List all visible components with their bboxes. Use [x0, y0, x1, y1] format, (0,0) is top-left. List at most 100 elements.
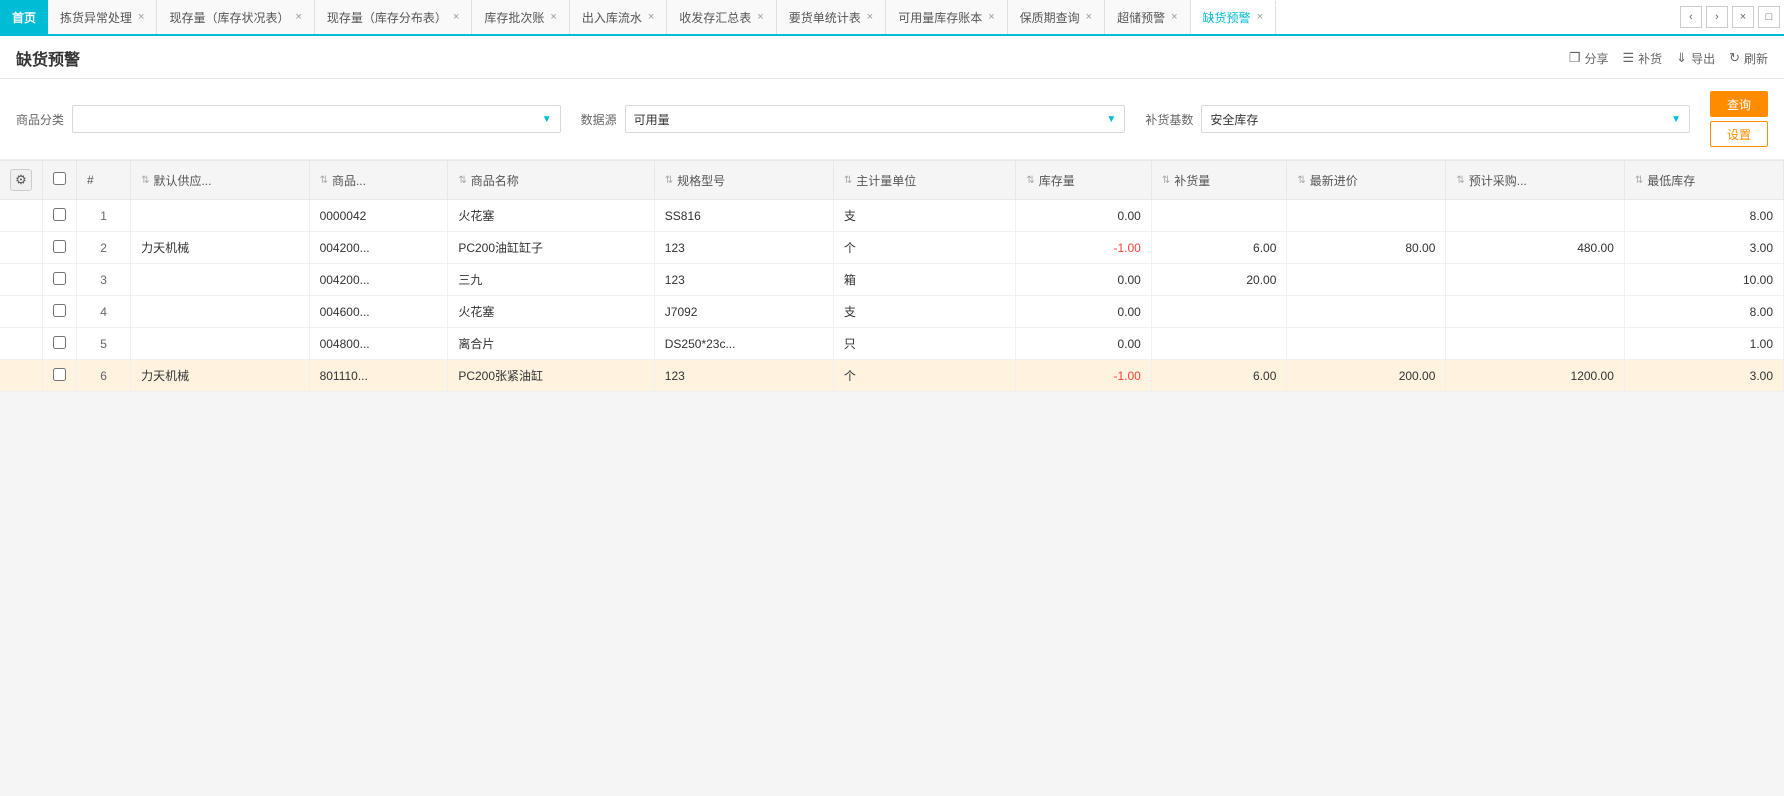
th-latest-price[interactable]: ⇅ 最新进价: [1287, 161, 1446, 200]
td-latest-price-0: [1287, 200, 1446, 232]
tab-scroll-right[interactable]: ›: [1706, 6, 1728, 28]
th-supplier[interactable]: ⇅ 默认供应...: [131, 161, 310, 200]
row-checkbox-1[interactable]: [53, 240, 66, 253]
td-latest-price-3: [1287, 296, 1446, 328]
export-label: 导出: [1691, 50, 1715, 67]
th-est-purchase[interactable]: ⇅ 预计采购...: [1446, 161, 1625, 200]
td-min-stock-2: 10.00: [1624, 264, 1783, 296]
td-name-0: 火花塞: [448, 200, 654, 232]
table-row: 2 力天机械 004200... PC200油缸缸子 123 个 -1.00 6…: [0, 232, 1784, 264]
tab-shortage-close[interactable]: ×: [1257, 11, 1263, 23]
base-label: 补货基数: [1145, 111, 1193, 128]
tab-maximize[interactable]: □: [1758, 6, 1780, 28]
query-button[interactable]: 查询: [1710, 91, 1768, 117]
base-select[interactable]: 安全库存 ▼: [1201, 105, 1690, 133]
tab-batch-account[interactable]: 库存批次账 ×: [472, 0, 569, 34]
export-button[interactable]: ⇓ 导出: [1676, 50, 1715, 67]
column-settings-gear[interactable]: ⚙: [10, 169, 32, 191]
tab-order-stats[interactable]: 要货单统计表 ×: [777, 0, 886, 34]
settings-button[interactable]: 设置: [1710, 121, 1768, 147]
td-unit-4: 只: [833, 328, 1015, 360]
unit-sort-icon: ⇅: [844, 175, 852, 186]
th-replenish[interactable]: ⇅ 补货量: [1151, 161, 1287, 200]
tab-batch-account-close[interactable]: ×: [550, 11, 556, 23]
tab-inventory-status-close[interactable]: ×: [295, 11, 301, 23]
td-checkbox-4: [43, 328, 77, 360]
tab-home[interactable]: 首页: [0, 0, 48, 34]
tab-scroll-left[interactable]: ‹: [1680, 6, 1702, 28]
td-gear-0: [0, 200, 43, 232]
td-latest-price-1: 80.00: [1287, 232, 1446, 264]
tab-home-label: 首页: [12, 9, 36, 26]
base-dropdown-icon: ▼: [1671, 114, 1681, 125]
th-stock[interactable]: ⇅ 库存量: [1016, 161, 1152, 200]
tab-defect-handling-close[interactable]: ×: [138, 11, 144, 23]
th-code[interactable]: ⇅ 商品...: [309, 161, 448, 200]
td-code-1: 004200...: [309, 232, 448, 264]
tab-available-ledger-close[interactable]: ×: [988, 11, 994, 23]
tab-overstock-close[interactable]: ×: [1171, 11, 1177, 23]
th-min-stock-label: 最低库存: [1647, 172, 1695, 189]
refresh-icon: ↻: [1729, 50, 1740, 66]
td-spec-2: 123: [654, 264, 833, 296]
th-min-stock[interactable]: ⇅ 最低库存: [1624, 161, 1783, 200]
td-code-2: 004200...: [309, 264, 448, 296]
tab-shortage[interactable]: 缺货预警 ×: [1191, 1, 1276, 35]
category-select[interactable]: ▼: [72, 105, 561, 133]
table-row: 4 004600... 火花塞 J7092 支 0.00 8.00: [0, 296, 1784, 328]
th-unit[interactable]: ⇅ 主计量单位: [833, 161, 1015, 200]
tab-collect-summary-close[interactable]: ×: [757, 11, 763, 23]
tab-defect-handling[interactable]: 拣货异常处理 ×: [48, 0, 157, 34]
tab-close-all[interactable]: ×: [1732, 6, 1754, 28]
td-gear-4: [0, 328, 43, 360]
filter-row: 商品分类 ▼ 数据源 可用量 ▼ 补货基数 安全库存 ▼ 查询 设置: [0, 79, 1784, 160]
td-min-stock-0: 8.00: [1624, 200, 1783, 232]
filter-category: 商品分类 ▼: [16, 105, 561, 133]
td-supplier-5: 力天机械: [131, 360, 310, 392]
td-checkbox-1: [43, 232, 77, 264]
tab-inventory-status[interactable]: 现存量（库存状况表） ×: [157, 0, 314, 34]
datasource-dropdown-icon: ▼: [1106, 114, 1116, 125]
td-unit-5: 个: [833, 360, 1015, 392]
stock-sort-icon: ⇅: [1026, 175, 1034, 186]
row-checkbox-4[interactable]: [53, 336, 66, 349]
select-all-checkbox[interactable]: [53, 172, 66, 185]
share-label: 分享: [1584, 50, 1608, 67]
tab-expiry-query-close[interactable]: ×: [1086, 11, 1092, 23]
th-spec[interactable]: ⇅ 规格型号: [654, 161, 833, 200]
tab-in-out-flow-close[interactable]: ×: [648, 11, 654, 23]
td-checkbox-2: [43, 264, 77, 296]
th-name[interactable]: ⇅ 商品名称: [448, 161, 654, 200]
replenish-button[interactable]: ☰ 补货: [1622, 50, 1662, 67]
td-supplier-2: [131, 264, 310, 296]
tab-overstock[interactable]: 超储预警 ×: [1105, 0, 1190, 34]
tab-expiry-query[interactable]: 保质期查询 ×: [1008, 0, 1105, 34]
tab-in-out-flow-label: 出入库流水: [582, 9, 642, 26]
datasource-label: 数据源: [581, 111, 617, 128]
row-checkbox-3[interactable]: [53, 304, 66, 317]
share-icon: ❐: [1569, 50, 1581, 66]
tab-order-stats-close[interactable]: ×: [867, 11, 873, 23]
td-checkbox-0: [43, 200, 77, 232]
td-replenish-0: [1151, 200, 1287, 232]
table-row: 5 004800... 离合片 DS250*23c... 只 0.00 1.00: [0, 328, 1784, 360]
datasource-select[interactable]: 可用量 ▼: [625, 105, 1126, 133]
name-sort-icon: ⇅: [458, 175, 466, 186]
row-checkbox-2[interactable]: [53, 272, 66, 285]
th-num: #: [77, 161, 131, 200]
td-unit-1: 个: [833, 232, 1015, 264]
th-stock-label: 库存量: [1039, 172, 1075, 189]
td-replenish-4: [1151, 328, 1287, 360]
share-button[interactable]: ❐ 分享: [1569, 50, 1609, 67]
td-stock-3: 0.00: [1016, 296, 1152, 328]
row-checkbox-0[interactable]: [53, 208, 66, 221]
tab-inventory-dist-close[interactable]: ×: [453, 11, 459, 23]
tab-inventory-dist[interactable]: 现存量（库存分布表） ×: [315, 0, 472, 34]
th-name-label: 商品名称: [471, 172, 519, 189]
row-checkbox-5[interactable]: [53, 368, 66, 381]
td-supplier-1: 力天机械: [131, 232, 310, 264]
tab-collect-summary[interactable]: 收发存汇总表 ×: [667, 0, 776, 34]
tab-available-ledger[interactable]: 可用量库存账本 ×: [886, 0, 1007, 34]
refresh-button[interactable]: ↻ 刷新: [1729, 50, 1768, 67]
tab-in-out-flow[interactable]: 出入库流水 ×: [570, 0, 667, 34]
